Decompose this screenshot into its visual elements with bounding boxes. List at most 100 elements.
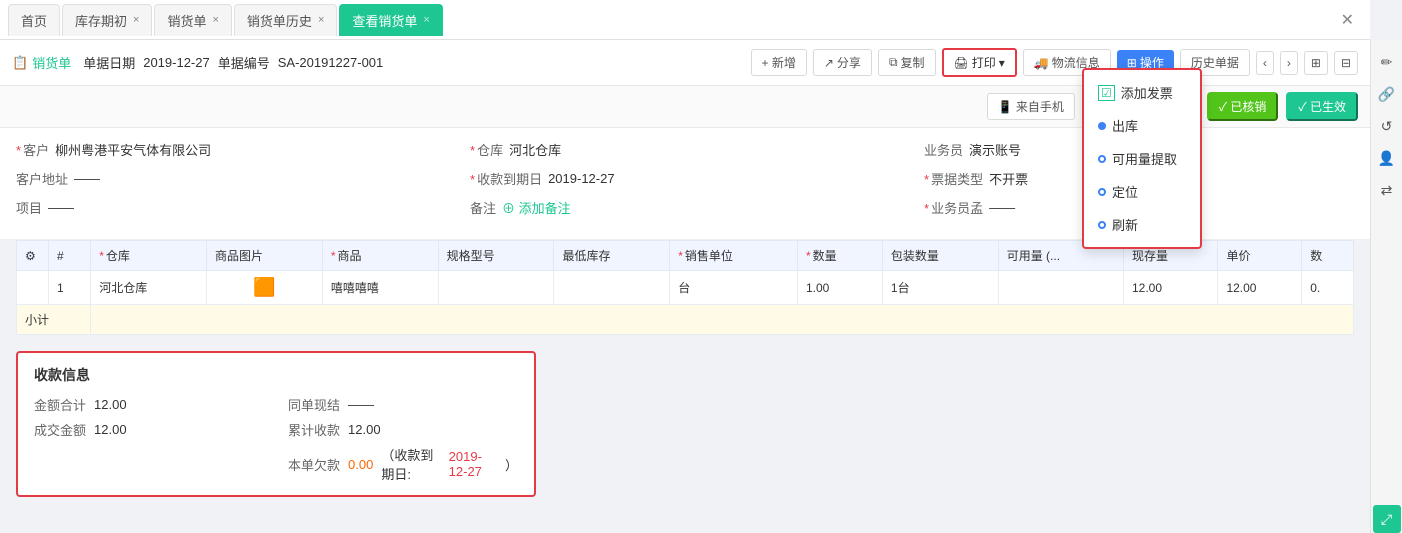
subtotal-row: 小计 [17, 305, 1354, 335]
share-button[interactable]: ↗ 分享 [813, 49, 872, 76]
row-warehouse: 河北仓库 [91, 271, 207, 305]
next-button[interactable]: › [1280, 51, 1298, 75]
tab-inventory[interactable]: 库存期初 × [62, 4, 152, 36]
doc-meta: 单据日期 2019-12-27 单据编号 SA-20191227-001 [83, 53, 383, 72]
customer-value: 柳州粤港平安气体有限公司 [55, 140, 211, 159]
row-product: 嘻嘻嘻嘻 [322, 271, 438, 305]
table-section: ⚙ # 仓库 商品图片 商品 规格型号 最低库存 销售单位 数量 包装数量 可用… [0, 240, 1370, 343]
tab-view-sales[interactable]: 查看销货单 × [339, 4, 442, 36]
close-view-sales-tab[interactable]: × [423, 14, 429, 26]
arrears-item: 本单欠款 0.00 （收款到期日: 2019-12-27 ） [288, 445, 518, 483]
cumulative-value: 12.00 [348, 422, 381, 437]
tab-home[interactable]: 首页 [8, 4, 60, 36]
address-label: 客户地址 [16, 169, 68, 188]
arrears-label: 本单欠款 [288, 455, 340, 474]
ops-dropdown: ☑ 添加发票 出库 可用量提取 定位 刷新 [1082, 68, 1202, 249]
row-amount: 0. [1302, 271, 1354, 305]
exchange-icon[interactable]: ⇄ [1373, 176, 1401, 204]
row-available [998, 271, 1123, 305]
arrears-date: 2019-12-27 [449, 449, 497, 479]
outbound-item[interactable]: 出库 [1084, 109, 1200, 142]
col-product-img: 商品图片 [207, 241, 323, 271]
staff-value: 演示账号 [969, 140, 1021, 159]
share-icon: ↗ [824, 56, 834, 70]
expand-icon[interactable]: ⤢ [1373, 505, 1401, 533]
print-button[interactable]: 🖨 打印 ▾ [942, 48, 1017, 77]
outbound-dot-icon [1098, 122, 1106, 130]
canceled-button[interactable]: ✓ 已核销 [1207, 92, 1279, 121]
staff2-label: 业务员孟 [924, 198, 983, 217]
close-inventory-tab[interactable]: × [133, 14, 139, 26]
available-qty-item[interactable]: 可用量提取 [1084, 142, 1200, 175]
add-invoice-item[interactable]: ☑ 添加发票 [1084, 76, 1200, 109]
warehouse-label: 仓库 [470, 140, 503, 159]
doc-header-right: + 新增 ↗ 分享 ⧉ 复制 🖨 打印 ▾ 🚚 物流信息 ⊞ 操作 [751, 48, 1358, 77]
same-order-label: 同单现结 [288, 395, 340, 414]
right-sidebar: ✏ 🔗 ↺ 👤 ⇄ ⤢ [1370, 40, 1402, 533]
project-field: 项目 —— [16, 198, 446, 217]
row-pack-qty: 1台 [882, 271, 998, 305]
staff2-value: —— [989, 200, 1015, 215]
doc-type-label: 📋 销货单 [12, 53, 71, 72]
col-num: # [49, 241, 91, 271]
total-label: 金额合计 [34, 395, 86, 414]
payment-date-field: 收款到期日 2019-12-27 [470, 169, 900, 188]
refresh-item[interactable]: 刷新 [1084, 208, 1200, 241]
subtotal-label: 小计 [17, 305, 91, 335]
row-min-stock [554, 271, 670, 305]
note-field: 备注 ⊕ 添加备注 [470, 198, 900, 217]
effective-button[interactable]: ✓ 已生效 [1286, 92, 1358, 121]
table-body: 1 河北仓库 🟧 嘻嘻嘻嘻 台 1.00 1台 12.00 12.00 0. 小… [17, 271, 1354, 335]
warehouse-field: 仓库 河北仓库 [470, 140, 900, 159]
row-num: 1 [49, 271, 91, 305]
row-stock: 12.00 [1124, 271, 1218, 305]
col-unit-price: 单价 [1218, 241, 1302, 271]
user-icon[interactable]: 👤 [1373, 144, 1401, 172]
truck-icon: 🚚 [1034, 56, 1049, 70]
same-order-item: 同单现结 —— [288, 395, 518, 414]
subtotal-values [91, 305, 1354, 335]
list-view-button[interactable]: ⊟ [1334, 51, 1358, 75]
close-sales-tab[interactable]: × [212, 14, 218, 26]
invoice-checkbox-icon: ☑ [1098, 85, 1115, 101]
data-table: ⚙ # 仓库 商品图片 商品 规格型号 最低库存 销售单位 数量 包装数量 可用… [16, 240, 1354, 335]
doc-number-item: 单据编号 SA-20191227-001 [218, 53, 384, 72]
rotate-icon[interactable]: ↺ [1373, 112, 1401, 140]
copy-button[interactable]: ⧉ 复制 [878, 49, 936, 76]
copy-icon: ⧉ [889, 55, 898, 70]
ticket-type-label: 票据类型 [924, 169, 983, 188]
table-row: 1 河北仓库 🟧 嘻嘻嘻嘻 台 1.00 1台 12.00 12.00 0. [17, 271, 1354, 305]
prev-button[interactable]: ‹ [1256, 51, 1274, 75]
ticket-type-value: 不开票 [989, 169, 1028, 188]
locate-dot-icon [1098, 188, 1106, 196]
address-value: —— [74, 171, 100, 186]
payment-date-label: 收款到期日 [470, 169, 542, 188]
doc-type-icon: 📋 [12, 55, 28, 71]
staff-label: 业务员 [924, 140, 963, 159]
edit-icon[interactable]: ✏ [1373, 48, 1401, 76]
cumulative-item: 累计收款 12.00 [288, 420, 518, 439]
transaction-value: 12.00 [94, 422, 127, 437]
print-icon: 🖨 [954, 56, 969, 70]
col-quantity: 数量 [797, 241, 882, 271]
same-order-value: —— [348, 397, 374, 412]
customer-field: 客户 柳州粤港平安气体有限公司 [16, 140, 446, 159]
check-icon: ✓ [1219, 100, 1227, 114]
close-history-tab[interactable]: × [318, 14, 324, 26]
tab-sales-history[interactable]: 销货单历史 × [234, 4, 337, 36]
phone-icon: 📱 [998, 100, 1013, 114]
window-close-button[interactable]: ✕ [1333, 6, 1362, 34]
link-icon[interactable]: 🔗 [1373, 80, 1401, 108]
col-product: 商品 [322, 241, 438, 271]
print-dropdown-arrow: ▾ [999, 56, 1005, 70]
new-button[interactable]: + 新增 [751, 49, 807, 76]
from-phone-button[interactable]: 📱 来自手机 [987, 93, 1075, 120]
locate-item[interactable]: 定位 [1084, 175, 1200, 208]
doc-date-item: 单据日期 2019-12-27 [83, 53, 210, 72]
payment-section: 收款信息 金额合计 12.00 同单现结 —— 成交金额 12.00 累计收款 … [16, 351, 536, 497]
note-add-button[interactable]: ⊕ 添加备注 [502, 198, 571, 217]
tab-sales[interactable]: 销货单 × [154, 4, 231, 36]
total-amount-item: 金额合计 12.00 [34, 395, 264, 414]
grid-view-button[interactable]: ⊞ [1304, 51, 1328, 75]
plus-icon: ⊕ [502, 201, 515, 216]
